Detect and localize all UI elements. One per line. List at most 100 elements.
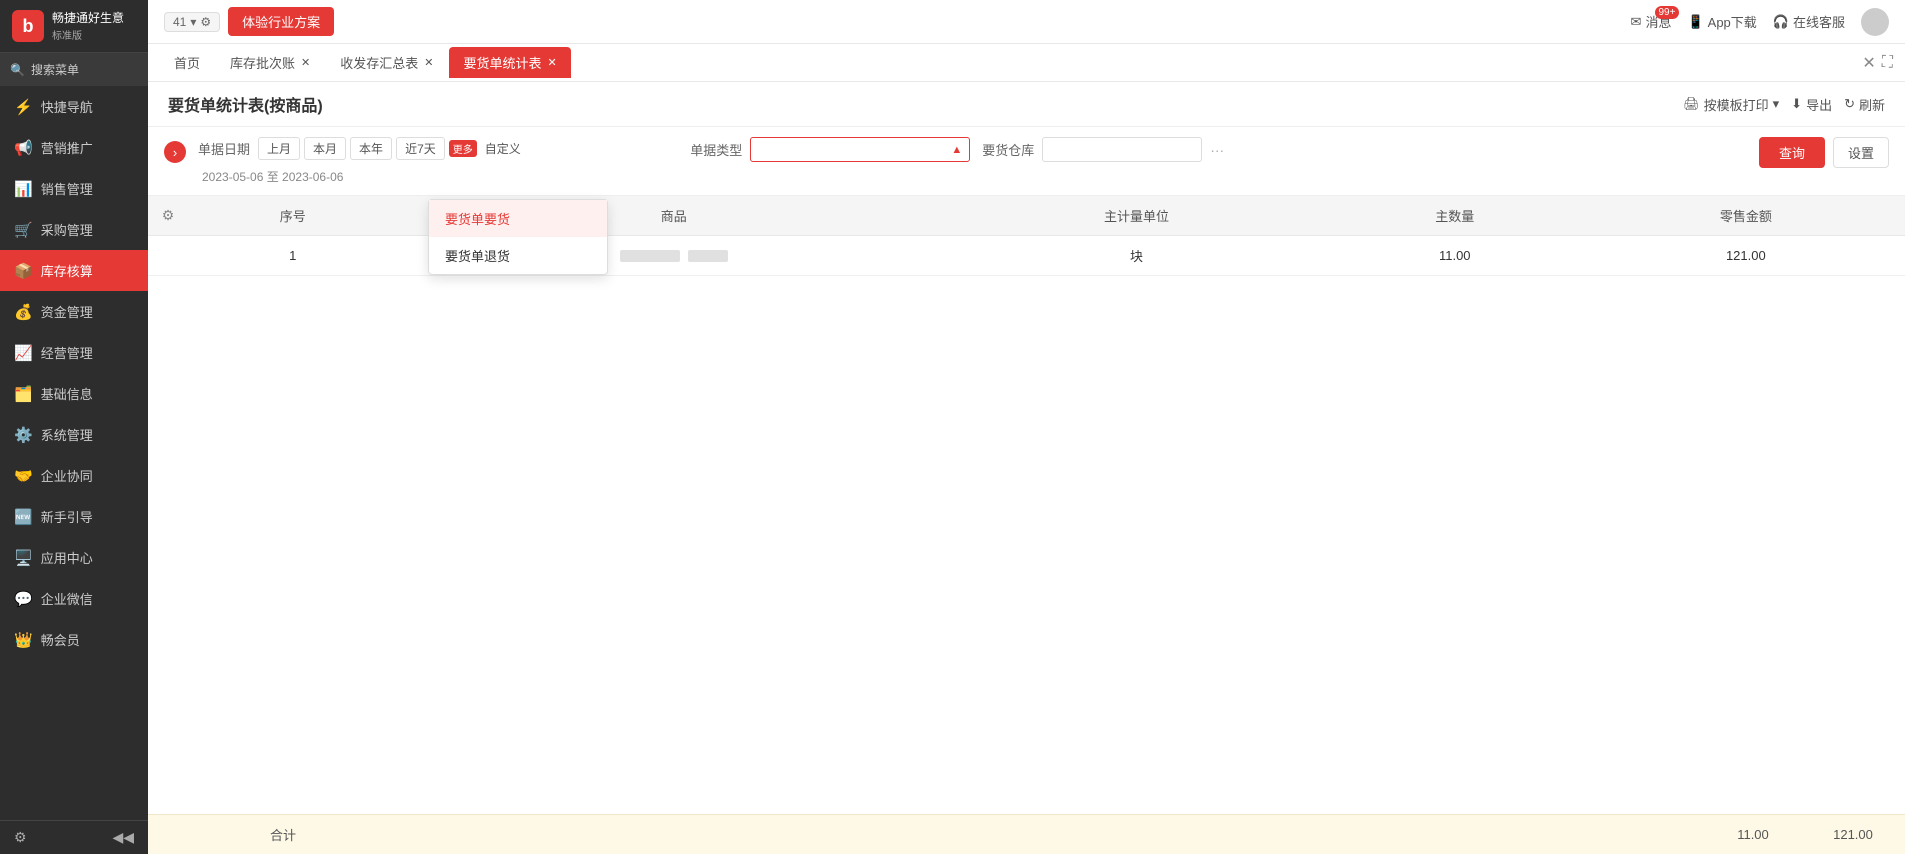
tab-stock[interactable]: 库存批次账 ✕ (216, 47, 324, 78)
page-title: 要货单统计表(按商品) (168, 92, 323, 116)
tab-stock-close[interactable]: ✕ (301, 56, 310, 69)
warehouse-filter-label: 要货仓库 (982, 140, 1034, 159)
top-header-left: 41 ▾ ⚙ 体验行业方案 (164, 7, 334, 36)
warehouse-filter-group: 要货仓库 ··· (982, 137, 1224, 162)
main-area: 41 ▾ ⚙ 体验行业方案 ✉ 消息 99+ 📱 App下载 🎧 在线客服 (148, 0, 1905, 854)
export-button[interactable]: ⬇ 导出 (1791, 95, 1832, 114)
sidebar-item-system[interactable]: ⚙️ 系统管理 (0, 414, 148, 455)
tab-receive[interactable]: 收发存汇总表 ✕ (326, 47, 447, 78)
print-icon: 🖨 (1683, 96, 1700, 112)
tab-home[interactable]: 首页 (160, 47, 214, 78)
tab-receive-close[interactable]: ✕ (424, 56, 433, 69)
brand-sub: 标准版 (52, 27, 124, 42)
sidebar-item-marketing[interactable]: 📢 营销推广 (0, 127, 148, 168)
date-btn-last-month[interactable]: 上月 (258, 137, 300, 160)
warehouse-filter-input[interactable] (1042, 137, 1202, 162)
tag-settings-icon[interactable]: ⚙ (200, 15, 211, 29)
content-area: 要货单统计表(按商品) 🖨 按模板打印 ▾ ⬇ 导出 ↻ 刷新 › (148, 82, 1905, 854)
refresh-label: 刷新 (1859, 95, 1885, 114)
type-filter-arrow[interactable]: ▲ (951, 144, 962, 156)
online-service-button[interactable]: 🎧 在线客服 (1773, 12, 1845, 31)
sidebar-logo: b 畅捷通好生意 标准版 (0, 0, 148, 53)
filter-bar: › 单据日期 上月 本月 本年 近7天 更多 自定义 2023-05-06 至 … (148, 127, 1905, 196)
purchase-icon: 🛒 (14, 221, 33, 239)
sidebar-item-operations[interactable]: 📈 经营管理 (0, 332, 148, 373)
app-download-label: App下载 (1708, 12, 1757, 31)
date-custom-btn[interactable]: 自定义 (481, 138, 525, 159)
date-filter-group: 单据日期 上月 本月 本年 近7天 更多 自定义 2023-05-06 至 20… (198, 137, 678, 185)
dropdown-item-order-label: 要货单要货 (445, 212, 510, 227)
sales-icon: 📊 (14, 180, 33, 198)
tab-order[interactable]: 要货单统计表 ✕ (449, 47, 570, 78)
sidebar-item-cooperation[interactable]: 🤝 企业协同 (0, 455, 148, 496)
export-icon: ⬇ (1791, 96, 1802, 112)
avatar-image (1861, 8, 1889, 36)
member-icon: 👑 (14, 631, 33, 649)
inventory-icon: 📦 (14, 262, 33, 280)
tab-close-all[interactable]: ✕ (1862, 53, 1875, 73)
dropdown-item-return[interactable]: 要货单退货 (429, 237, 607, 274)
tab-stock-label: 库存批次账 (230, 53, 295, 72)
sidebar-item-label: 快捷导航 (41, 97, 93, 116)
table-cell-retail-amount: 121.00 (1587, 236, 1905, 276)
industry-button[interactable]: 体验行业方案 (228, 7, 334, 36)
header-tag[interactable]: 41 ▾ ⚙ (164, 12, 220, 32)
sidebar-item-label: 企业协同 (41, 466, 93, 485)
date-more-badge[interactable]: 更多 (449, 140, 477, 157)
sidebar-item-label: 新手引导 (41, 507, 93, 526)
dropdown-item-order[interactable]: 要货单要货 (429, 200, 607, 237)
page-actions: 🖨 按模板打印 ▾ ⬇ 导出 ↻ 刷新 (1683, 95, 1885, 114)
warehouse-ellipsis-btn[interactable]: ··· (1210, 142, 1224, 158)
print-button[interactable]: 🖨 按模板打印 ▾ (1683, 95, 1779, 114)
print-dropdown-icon[interactable]: ▾ (1773, 96, 1780, 112)
footer-label: 合计 (220, 825, 420, 844)
date-range-text: 2023-05-06 至 2023-06-06 (202, 170, 343, 184)
sidebar-settings-icon[interactable]: ⚙ (14, 829, 27, 846)
sidebar-item-basic[interactable]: 🗂️ 基础信息 (0, 373, 148, 414)
query-button[interactable]: 查询 (1759, 137, 1825, 168)
tab-right-controls: ✕ ⛶ (1862, 53, 1893, 73)
refresh-icon: ↻ (1844, 96, 1855, 112)
sidebar-item-label: 营销推广 (41, 138, 93, 157)
tag-dropdown-icon[interactable]: ▾ (190, 15, 196, 29)
sidebar-item-purchase[interactable]: 🛒 采购管理 (0, 209, 148, 250)
settings-button[interactable]: 设置 (1833, 137, 1889, 168)
sidebar-item-finance[interactable]: 💰 资金管理 (0, 291, 148, 332)
type-filter-input[interactable] (750, 137, 970, 162)
app-download-button[interactable]: 📱 App下载 (1687, 12, 1756, 31)
table-settings-icon-header[interactable]: ⚙ (148, 196, 188, 236)
sidebar-collapse-icon[interactable]: ◀◀ (112, 829, 134, 846)
date-shortcuts: 上月 本月 本年 近7天 更多 自定义 (258, 137, 525, 160)
sidebar-item-shortcut[interactable]: ⚡ 快捷导航 (0, 86, 148, 127)
tab-receive-label: 收发存汇总表 (340, 53, 418, 72)
finance-icon: 💰 (14, 303, 33, 321)
messages-button[interactable]: ✉ 消息 99+ (1631, 12, 1672, 31)
sidebar-item-member[interactable]: 👑 畅会员 (0, 619, 148, 660)
date-btn-this-month[interactable]: 本月 (304, 137, 346, 160)
filter-expand-button[interactable]: › (164, 141, 186, 163)
wechat-icon: 💬 (14, 590, 33, 608)
sidebar-item-label: 经营管理 (41, 343, 93, 362)
sidebar-item-guide[interactable]: 🆕 新手引导 (0, 496, 148, 537)
user-avatar[interactable] (1861, 8, 1889, 36)
marketing-icon: 📢 (14, 139, 33, 157)
operations-icon: 📈 (14, 344, 33, 362)
sidebar-search[interactable]: 🔍 搜索菜单 (0, 53, 148, 86)
filter-actions: 查询 设置 (1759, 137, 1889, 168)
sidebar-item-wechat[interactable]: 💬 企业微信 (0, 578, 148, 619)
sidebar-item-inventory[interactable]: 📦 库存核算 (0, 250, 148, 291)
date-btn-this-year[interactable]: 本年 (350, 137, 392, 160)
search-label: 搜索菜单 (31, 61, 79, 78)
search-icon: 🔍 (10, 63, 25, 77)
table-header-seq: 序号 (188, 196, 397, 236)
refresh-button[interactable]: ↻ 刷新 (1844, 95, 1885, 114)
sidebar-item-sales[interactable]: 📊 销售管理 (0, 168, 148, 209)
top-header: 41 ▾ ⚙ 体验行业方案 ✉ 消息 99+ 📱 App下载 🎧 在线客服 (148, 0, 1905, 44)
table-footer: 合计 11.00 121.00 (148, 814, 1905, 854)
tab-order-close[interactable]: ✕ (548, 56, 557, 69)
tab-expand[interactable]: ⛶ (1882, 54, 1893, 72)
footer-retail-amount: 121.00 (1813, 827, 1893, 842)
date-btn-7days[interactable]: 近7天 (396, 137, 445, 160)
sidebar-item-appstore[interactable]: 🖥️ 应用中心 (0, 537, 148, 578)
sidebar-item-label: 销售管理 (41, 179, 93, 198)
